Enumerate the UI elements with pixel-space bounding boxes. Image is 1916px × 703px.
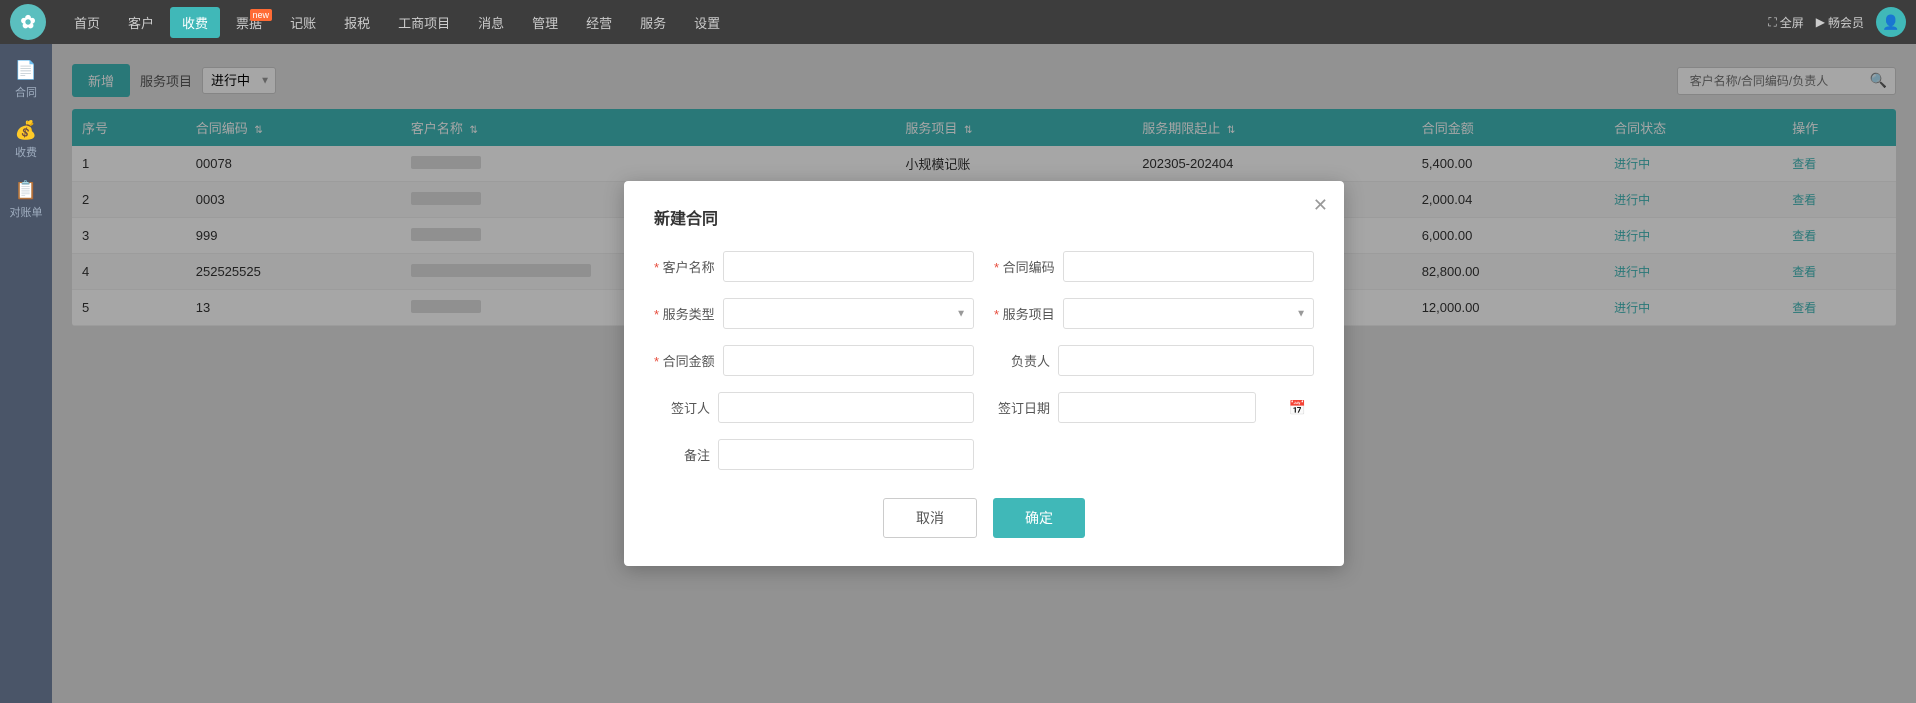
nav-item-jizhang[interactable]: 记账	[278, 7, 328, 38]
duizhang-icon: 📋	[15, 180, 37, 201]
label-sign-date: 签订日期	[994, 398, 1050, 417]
label-customer-name: 客户名称	[654, 257, 715, 276]
field-service-item: 服务项目	[994, 298, 1314, 329]
input-customer-name[interactable]	[723, 251, 974, 282]
input-contract-no[interactable]	[1063, 251, 1314, 282]
label-responsible: 负责人	[994, 351, 1050, 370]
field-customer-name: 客户名称	[654, 251, 974, 282]
field-signer: 签订人	[654, 392, 974, 423]
input-remark[interactable]	[718, 439, 974, 470]
field-remark: 备注	[654, 439, 974, 470]
input-contract-amount[interactable]: 0.00	[723, 345, 974, 376]
field-contract-amount: 合同金额 0.00	[654, 345, 974, 376]
input-signer[interactable]	[718, 392, 974, 423]
main-layout: 📄 合同 💰 收费 📋 对账单 新增 服务项目 进行中 已结束 全部	[0, 44, 1916, 703]
select-service-item-wrapper	[1063, 298, 1314, 329]
avatar[interactable]: 👤	[1876, 7, 1906, 37]
input-sign-date[interactable]: 2023-06-06	[1058, 392, 1256, 423]
select-service-type[interactable]	[723, 298, 974, 329]
sidebar-item-shoufei[interactable]: 💰 收费	[4, 112, 48, 168]
top-navigation: ✿ 首页 客户 收费 票据 new 记账 报税 工商项目 消息 管理 经营 服务…	[0, 0, 1916, 44]
nav-item-home[interactable]: 首页	[62, 7, 112, 38]
modal-title: 新建合同	[654, 205, 1314, 229]
input-responsible[interactable]	[1058, 345, 1314, 376]
modal-footer: 取消 确定	[654, 498, 1314, 538]
sidebar-label-shoufei: 收费	[15, 144, 37, 160]
sidebar-label-duizhang: 对账单	[10, 204, 43, 220]
nav-item-baoshui[interactable]: 报税	[332, 7, 382, 38]
nav-item-guanli[interactable]: 管理	[520, 7, 570, 38]
app-logo: ✿	[10, 4, 46, 40]
label-contract-amount: 合同金额	[654, 351, 715, 370]
select-service-type-wrapper	[723, 298, 974, 329]
new-contract-modal: 新建合同 ✕ 客户名称 合同编码 服务类型	[624, 181, 1344, 566]
shoufei-icon: 💰	[15, 120, 37, 141]
form-row-1: 客户名称 合同编码	[654, 251, 1314, 282]
modal-close-button[interactable]: ✕	[1313, 195, 1328, 216]
nav-item-fuwu[interactable]: 服务	[628, 7, 678, 38]
nav-item-jingying[interactable]: 经营	[574, 7, 624, 38]
field-responsible: 负责人	[994, 345, 1314, 376]
nav-item-shezhi[interactable]: 设置	[682, 7, 732, 38]
form-row-4: 签订人 签订日期 2023-06-06 📅	[654, 392, 1314, 423]
nav-item-xiaoxi[interactable]: 消息	[466, 7, 516, 38]
label-signer: 签订人	[654, 398, 710, 417]
nav-item-customer[interactable]: 客户	[116, 7, 166, 38]
nav-item-shoufei[interactable]: 收费	[170, 7, 220, 38]
modal-overlay: 新建合同 ✕ 客户名称 合同编码 服务类型	[52, 44, 1916, 703]
sidebar-item-duizhangsdan[interactable]: 📋 对账单	[4, 172, 48, 228]
sidebar: 📄 合同 💰 收费 📋 对账单	[0, 44, 52, 703]
label-contract-no: 合同编码	[994, 257, 1055, 276]
cancel-button[interactable]: 取消	[883, 498, 977, 538]
nav-right-area: ⛶ 全屏 ▶ 畅会员 👤	[1768, 7, 1906, 37]
field-service-type: 服务类型	[654, 298, 974, 329]
label-service-type: 服务类型	[654, 304, 715, 323]
confirm-button[interactable]: 确定	[993, 498, 1085, 538]
date-input-wrapper: 2023-06-06 📅	[1058, 392, 1314, 423]
label-service-item: 服务项目	[994, 304, 1055, 323]
sidebar-label-contract: 合同	[15, 84, 37, 100]
form-row-2: 服务类型 服务项目	[654, 298, 1314, 329]
main-content: 新增 服务项目 进行中 已结束 全部 🔍 序号 合同编码 ⇅ 客户名称 ⇅	[52, 44, 1916, 703]
fullscreen-icon: ⛶	[1768, 15, 1776, 30]
field-sign-date: 签订日期 2023-06-06 📅	[994, 392, 1314, 423]
form-row-5: 备注	[654, 439, 1314, 470]
fullscreen-button[interactable]: ⛶ 全屏	[1768, 14, 1803, 31]
contract-icon: 📄	[15, 60, 37, 81]
nav-item-gongshang[interactable]: 工商项目	[386, 7, 462, 38]
member-button[interactable]: ▶ 畅会员	[1816, 14, 1864, 31]
nav-item-piaoju[interactable]: 票据 new	[224, 7, 274, 38]
nav-menu: 首页 客户 收费 票据 new 记账 报税 工商项目 消息 管理 经营 服务 设…	[62, 7, 1768, 38]
new-badge: new	[250, 9, 273, 21]
form-row-3: 合同金额 0.00 负责人	[654, 345, 1314, 376]
field-contract-no: 合同编码	[994, 251, 1314, 282]
select-service-item[interactable]	[1063, 298, 1314, 329]
calendar-icon: 📅	[1289, 399, 1306, 416]
play-icon: ▶	[1816, 15, 1825, 29]
label-remark: 备注	[654, 445, 710, 464]
sidebar-item-contract[interactable]: 📄 合同	[4, 52, 48, 108]
